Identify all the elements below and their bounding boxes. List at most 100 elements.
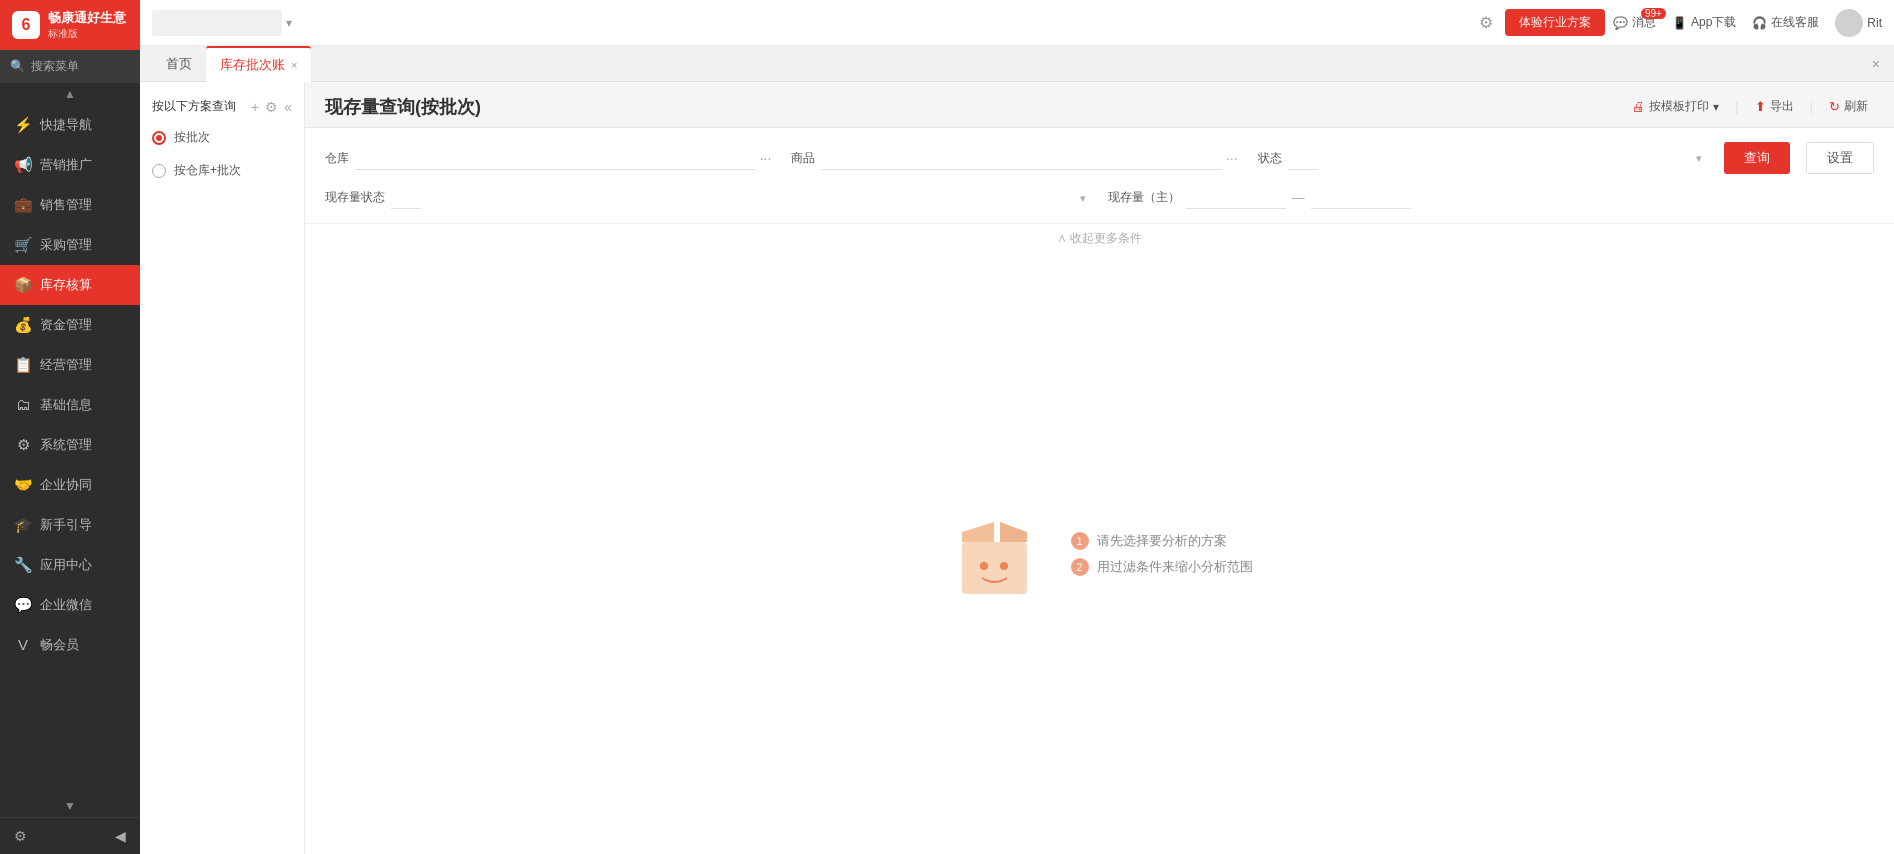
add-scheme-icon[interactable]: + xyxy=(251,99,259,115)
sidebar-scroll-up[interactable]: ▲ xyxy=(0,83,140,105)
online-service-label: 在线客服 xyxy=(1771,14,1819,31)
inventory-qty-max-input[interactable] xyxy=(1311,186,1411,209)
page-header-actions: 🖨 按模板打印 ▾ | ⬆ 导出 | ↻ 刷新 xyxy=(1626,94,1874,119)
avatar xyxy=(1835,9,1863,37)
warehouse-label: 仓库 xyxy=(325,150,349,167)
nav-label-system: 系统管理 xyxy=(40,436,92,454)
status-field: 状态 xyxy=(1258,147,1708,170)
sidebar-item-marketing[interactable]: 📢营销推广 xyxy=(0,145,140,185)
warehouse-more-button[interactable]: ··· xyxy=(756,150,776,166)
breadcrumb-arrow: ▾ xyxy=(286,16,292,30)
panel-close-icon[interactable]: × xyxy=(1872,56,1880,72)
sidebar-item-system[interactable]: ⚙ 系统管理 xyxy=(0,425,140,465)
nav-icon-system: ⚙ xyxy=(14,436,32,454)
sidebar-scroll-down[interactable]: ▼ xyxy=(0,795,140,817)
filter-area: 仓库 ··· 商品 ··· 状态 xyxy=(305,128,1894,224)
warehouse-field: 仓库 ··· xyxy=(325,147,775,170)
export-label: 导出 xyxy=(1770,98,1794,115)
page-title: 现存量查询(按批次) xyxy=(325,95,481,119)
sidebar-search[interactable]: 🔍 搜索菜单 xyxy=(0,50,140,83)
tab-home[interactable]: 首页 xyxy=(152,46,206,82)
sidebar-item-inventory[interactable]: 📦库存核算 xyxy=(0,265,140,305)
print-button[interactable]: 🖨 按模板打印 ▾ xyxy=(1626,94,1725,119)
breadcrumb-input[interactable] xyxy=(152,10,282,36)
settings-icon[interactable]: ⚙ xyxy=(14,828,27,844)
nav-icon-appstore: 🔧 xyxy=(14,556,32,574)
sidebar-item-enterprise[interactable]: 🤝企业协同 xyxy=(0,465,140,505)
search-icon: 🔍 xyxy=(10,59,25,73)
filter-row-1: 仓库 ··· 商品 ··· 状态 xyxy=(325,142,1874,174)
nav-icon-finance: 💰 xyxy=(14,316,32,334)
inventory-qty-min-input[interactable] xyxy=(1186,186,1286,209)
collapse-more-button[interactable]: ∧ 收起更多条件 xyxy=(305,224,1894,253)
inventory-status-select-wrapper xyxy=(391,186,1092,209)
tip-1-text: 请先选择要分析的方案 xyxy=(1097,532,1227,550)
scheme-settings-icon[interactable]: ⚙ xyxy=(265,99,278,115)
nav-icon-inventory: 📦 xyxy=(14,276,32,294)
query-button[interactable]: 查询 xyxy=(1724,142,1790,174)
inventory-qty-field: 现存量（主） — xyxy=(1108,186,1875,209)
username: Rit xyxy=(1867,16,1882,30)
headset-icon: 🎧 xyxy=(1752,16,1767,30)
empty-tip-2: 2 用过滤条件来缩小分析范围 xyxy=(1071,558,1253,576)
scheme-warehouse-batch[interactable]: 按仓库+批次 xyxy=(140,154,304,187)
user-item[interactable]: Rit xyxy=(1835,9,1882,37)
refresh-label: 刷新 xyxy=(1844,98,1868,115)
tabs-bar: 首页 库存批次账 × × xyxy=(140,46,1894,82)
nav-label-weixin: 企业微信 xyxy=(40,596,92,614)
sidebar-item-appstore[interactable]: 🔧应用中心 xyxy=(0,545,140,585)
brand-subtitle: 标准版 xyxy=(48,27,126,40)
print-label: 按模板打印 xyxy=(1649,98,1709,115)
content-area: 按以下方案查询 + ⚙ « 按批次 按仓库+批次 现存量查询(按批次) xyxy=(140,82,1894,854)
print-expand-icon[interactable]: ▾ xyxy=(1713,100,1719,114)
scheme-batch-radio xyxy=(152,131,166,145)
sidebar-item-vip[interactable]: V畅会员 xyxy=(0,625,140,665)
sidebar-item-sales[interactable]: 💼销售管理 xyxy=(0,185,140,225)
empty-tip-1: 1 请先选择要分析的方案 xyxy=(1071,532,1253,550)
sidebar-item-purchase[interactable]: 🛒采购管理 xyxy=(0,225,140,265)
filter-header-icons: + ⚙ « xyxy=(251,99,292,115)
nav-label-enterprise: 企业协同 xyxy=(40,476,92,494)
app-download-item[interactable]: 📱 App下载 xyxy=(1672,14,1736,31)
settings-button[interactable]: 设置 xyxy=(1806,142,1874,174)
app-brand: 畅康通好生意 标准版 xyxy=(48,10,126,40)
svg-rect-0 xyxy=(962,542,1027,594)
sidebar-item-shortcut[interactable]: ⚡快捷导航 xyxy=(0,105,140,145)
svg-point-3 xyxy=(980,562,988,570)
inventory-status-select[interactable] xyxy=(391,186,421,209)
product-input[interactable] xyxy=(821,147,1222,170)
sidebar-item-weixin[interactable]: 💬企业微信 xyxy=(0,585,140,625)
online-service-item[interactable]: 🎧 在线客服 xyxy=(1752,14,1819,31)
sidebar: 6 畅康通好生意 标准版 🔍 搜索菜单 ▲ ⚡快捷导航📢营销推广💼销售管理🛒采购… xyxy=(0,0,140,854)
sidebar-item-finance[interactable]: 💰资金管理 xyxy=(0,305,140,345)
scheme-batch[interactable]: 按批次 xyxy=(140,121,304,154)
messages-item[interactable]: 💬 消息 99+ xyxy=(1613,14,1656,31)
status-select[interactable] xyxy=(1288,147,1318,170)
brand-title: 畅康通好生意 xyxy=(48,10,126,27)
sidebar-footer: ⚙ ◀ xyxy=(0,817,140,854)
nav-icon-purchase: 🛒 xyxy=(14,236,32,254)
main-area: ▾ ⚙ 体验行业方案 💬 消息 99+ 📱 App下载 🎧 在线客服 Rit xyxy=(140,0,1894,854)
svg-point-4 xyxy=(1000,562,1008,570)
tab-close-icon[interactable]: × xyxy=(291,59,297,71)
collapse-icon[interactable]: ◀ xyxy=(115,828,126,844)
refresh-button[interactable]: ↻ 刷新 xyxy=(1823,94,1874,119)
collapse-panel-icon[interactable]: « xyxy=(284,99,292,115)
export-button[interactable]: ⬆ 导出 xyxy=(1749,94,1800,119)
warehouse-input[interactable] xyxy=(355,147,756,170)
tab-inventory-label: 库存批次账 xyxy=(220,56,285,74)
sidebar-item-basic[interactable]: 🗂基础信息 xyxy=(0,385,140,425)
nav-label-shortcut: 快捷导航 xyxy=(40,116,92,134)
experience-button[interactable]: 体验行业方案 xyxy=(1505,9,1605,36)
filter-row-2: 现存量状态 现存量（主） — xyxy=(325,186,1874,209)
sidebar-item-operations[interactable]: 📋经营管理 xyxy=(0,345,140,385)
tab-inventory-batch[interactable]: 库存批次账 × xyxy=(206,46,311,82)
product-more-button[interactable]: ··· xyxy=(1222,150,1242,166)
topbar-gear-icon[interactable]: ⚙ xyxy=(1479,13,1493,32)
nav-icon-newbie: 🎓 xyxy=(14,516,32,534)
sidebar-item-newbie[interactable]: 🎓新手引导 xyxy=(0,505,140,545)
nav-icon-basic: 🗂 xyxy=(14,396,32,413)
sidebar-nav: ⚡快捷导航📢营销推广💼销售管理🛒采购管理📦库存核算💰资金管理📋经营管理🗂基础信息… xyxy=(0,105,140,795)
scheme-wb-radio xyxy=(152,164,166,178)
inventory-qty-label: 现存量（主） xyxy=(1108,189,1180,206)
